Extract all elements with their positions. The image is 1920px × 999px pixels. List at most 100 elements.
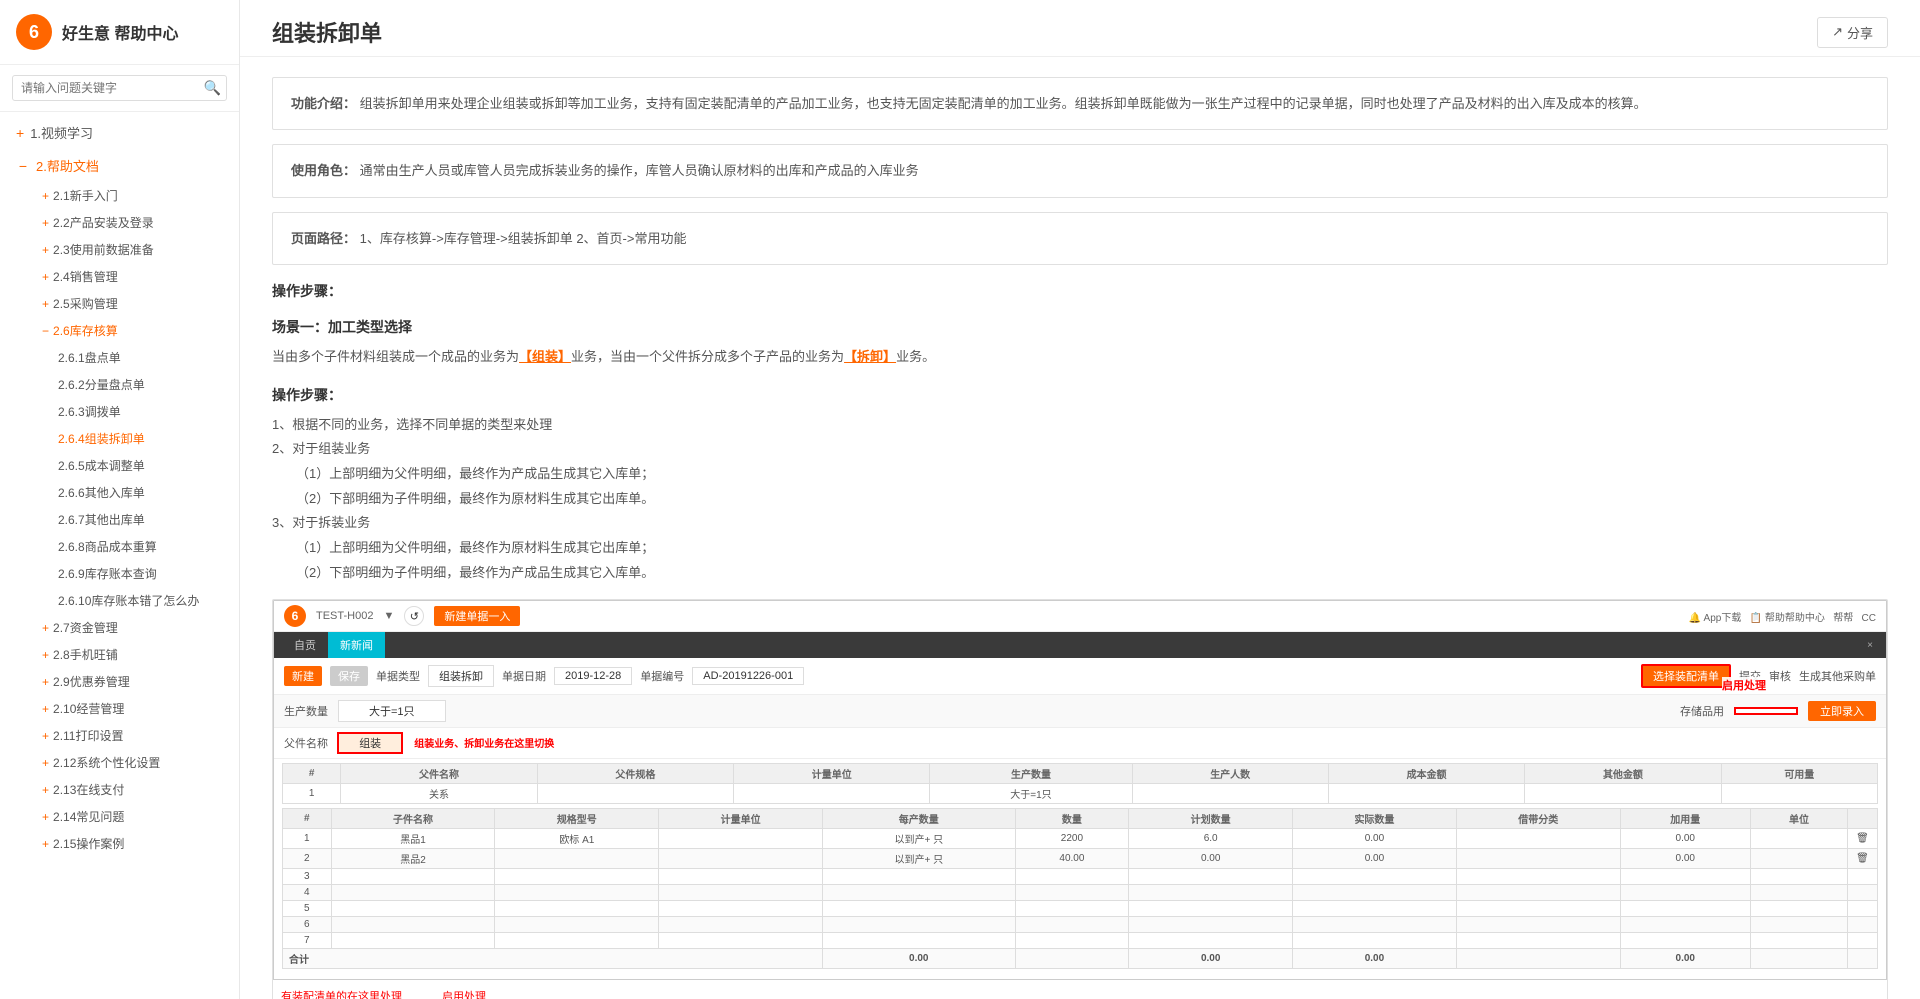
- role-box: 使用角色： 通常由生产人员或库管人员完成拆装业务的操作，库管人员确认原材料的出库…: [272, 144, 1888, 197]
- step2-sub1: （1）上部明细为父件明细，最终作为产成品生成其它入库单；: [272, 462, 1888, 487]
- btn-generate[interactable]: 生成其他采购单: [1799, 668, 1876, 684]
- btn-select-bom[interactable]: 选择装配清单: [1641, 664, 1731, 688]
- dropdown-icon: ▼: [383, 610, 394, 622]
- sidebar-item-26[interactable]: −2.6库存核算: [30, 317, 239, 344]
- sidebar-item-266[interactable]: 2.6.6其他入库单: [46, 479, 239, 506]
- btn-approve[interactable]: 审核: [1769, 668, 1791, 684]
- doc-type-value[interactable]: 组装拆卸: [428, 665, 494, 687]
- sidebar-item-23[interactable]: +2.3使用前数据准备: [30, 236, 239, 263]
- child-row-7: 7: [283, 933, 1878, 949]
- doc-number-label: 单据编号: [640, 668, 684, 684]
- search-button[interactable]: 🔍: [204, 80, 221, 97]
- sidebar-item-29[interactable]: +2.9优惠券管理: [30, 668, 239, 695]
- tab-close[interactable]: ×: [1862, 635, 1878, 656]
- ann1-text: 有装配清单的在这里处理: [281, 988, 402, 999]
- logo-icon: 6: [16, 14, 52, 50]
- child-row-2: 2 黑品2 以到产+ 只 40.00 0.00 0.00 0.00: [283, 849, 1878, 869]
- search-input-field[interactable]: [1734, 707, 1798, 715]
- doc-date-value[interactable]: 2019-12-28: [554, 667, 632, 685]
- child-table: # 子件名称 规格型号 计量单位 每产数量 数量 计划数量 实际数量 借带分类 …: [282, 808, 1878, 969]
- col-other: 其他金额: [1525, 764, 1721, 784]
- parent-table-row: 1 关系 大于=1只: [283, 784, 1878, 804]
- doc-date-label: 单据日期: [502, 668, 546, 684]
- sidebar-item-video[interactable]: + 1.视频学习: [0, 116, 239, 149]
- doc-number-value[interactable]: AD-20191226-001: [692, 667, 804, 685]
- ann-switch-label: 组装业务、拆卸业务在这里切换: [414, 739, 554, 750]
- share-button[interactable]: ↗ 分享: [1817, 17, 1888, 48]
- path-text: 1、库存核算->库存管理->组装拆卸单 2、首页->常用功能: [360, 231, 687, 246]
- sidebar-item-265[interactable]: 2.6.5成本调整单: [46, 452, 239, 479]
- sidebar-item-267[interactable]: 2.6.7其他出库单: [46, 506, 239, 533]
- sidebar-item-2610[interactable]: 2.6.10库存账本错了怎么办: [46, 587, 239, 614]
- spacer: [274, 973, 1886, 979]
- ann-qiyong: 启用处理: [1722, 677, 1766, 693]
- child-row-3: 3: [283, 869, 1878, 885]
- sidebar-item-22[interactable]: +2.2产品安装及登录: [30, 209, 239, 236]
- parent-table: # 父件名称 父件规格 计量单位 生产数量 生产人数 成本金额 其他金额 可用量: [282, 763, 1878, 804]
- middle-toolbar: 生产数量 大于=1只 存储品用 立即录入 启用处理: [274, 695, 1886, 728]
- sidebar-item-210[interactable]: +2.10经营管理: [30, 695, 239, 722]
- qty-label: 生产数量: [284, 703, 328, 719]
- qty-input[interactable]: 大于=1只: [338, 700, 446, 722]
- search-area: 🔍: [0, 65, 239, 112]
- sidebar-item-262[interactable]: 2.6.2分量盘点单: [46, 371, 239, 398]
- child-row-5: 5: [283, 901, 1878, 917]
- child-row-6: 6: [283, 917, 1878, 933]
- btn-qiyong[interactable]: 立即录入: [1808, 701, 1876, 721]
- steps-list: 1、根据不同的业务，选择不同单据的类型来处理 2、对于组装业务 （1）上部明细为…: [272, 413, 1888, 586]
- step3-sub1: （1）上部明细为父件明细，最终作为原材料生成其它出库单；: [272, 536, 1888, 561]
- step1: 1、根据不同的业务，选择不同单据的类型来处理: [272, 413, 1888, 438]
- ann3-text: 启用处理: [442, 988, 486, 999]
- sidebar-item-213[interactable]: +2.13在线支付: [30, 776, 239, 803]
- col-parent-name: 父件名称: [341, 764, 537, 784]
- docs-subnav: +2.1新手入门 +2.2产品安装及登录 +2.3使用前数据准备 +2.4销售管…: [0, 182, 239, 857]
- main-body: 功能介绍： 组装拆卸单用来处理企业组装或拆卸等加工业务，支持有固定装配清单的产品…: [240, 57, 1920, 999]
- col-idx: #: [283, 764, 341, 784]
- annotation-area: 有装配清单的在这里处理 启用处理 组装业务、拆卸业务在这里切换: [273, 980, 1887, 999]
- role-text: 通常由生产人员或库管人员完成拆装业务的操作，库管人员确认原材料的出库和产成品的入…: [360, 163, 919, 178]
- page-title: 组装拆卸单: [272, 16, 382, 48]
- app-tab-nav: 自贡 新新闻 ×: [274, 632, 1886, 658]
- col-avail: 可用量: [1721, 764, 1877, 784]
- col-qty: 生产数量: [930, 764, 1132, 784]
- sidebar-item-24[interactable]: +2.4销售管理: [30, 263, 239, 290]
- scene1-title: 场景一：加工类型选择: [272, 317, 1888, 337]
- btn-save[interactable]: 保存: [330, 666, 368, 686]
- sidebar-item-214[interactable]: +2.14常见问题: [30, 803, 239, 830]
- sidebar-item-21[interactable]: +2.1新手入门: [30, 182, 239, 209]
- sidebar-item-263[interactable]: 2.6.3调拨单: [46, 398, 239, 425]
- col-cost: 成本金额: [1328, 764, 1524, 784]
- sidebar-item-27[interactable]: +2.7资金管理: [30, 614, 239, 641]
- expand-icon: +: [16, 125, 24, 141]
- sidebar-item-211[interactable]: +2.11打印设置: [30, 722, 239, 749]
- new-doc-btn[interactable]: 新建单据一入: [434, 606, 520, 626]
- sidebar-item-25[interactable]: +2.5采购管理: [30, 290, 239, 317]
- search-input[interactable]: [12, 75, 227, 101]
- btn-new[interactable]: 新建: [284, 666, 322, 686]
- tab-ziguang[interactable]: 自贡: [282, 632, 328, 658]
- sidebar-item-docs[interactable]: − 2.帮助文档: [0, 149, 239, 182]
- sidebar-item-261[interactable]: 2.6.1盘点单: [46, 344, 239, 371]
- ann-row: 有装配清单的在这里处理 启用处理: [281, 984, 1879, 999]
- app-logo: 6: [284, 605, 306, 627]
- sidebar-item-212[interactable]: +2.12系统个性化设置: [30, 749, 239, 776]
- child-row-1: 1 黑品1 欧标 A1 以到产+ 只 2200 6.0 0.00 0.00: [283, 829, 1878, 849]
- tab-active[interactable]: 新新闻: [328, 632, 385, 658]
- app-nav-items: 🔔 App下载 📋 帮助帮助中心 帮帮 CC: [1689, 609, 1876, 624]
- sidebar-item-269[interactable]: 2.6.9库存账本查询: [46, 560, 239, 587]
- sidebar-item-28[interactable]: +2.8手机旺铺: [30, 641, 239, 668]
- role-label: 使用角色：: [291, 163, 356, 178]
- scene1-desc: 当由多个子件材料组装成一个成品的业务为【组装】业务，当由一个父件拆分成多个子产品…: [272, 345, 1888, 368]
- sidebar-item-label: 1.视频学习: [30, 123, 93, 142]
- nav-section: + 1.视频学习 − 2.帮助文档 +2.1新手入门 +2.2产品安装及登录 +…: [0, 112, 239, 861]
- path-label: 页面路径：: [291, 231, 356, 246]
- sidebar-item-268[interactable]: 2.6.8商品成本重算: [46, 533, 239, 560]
- doc-type-label: 单据类型: [376, 668, 420, 684]
- sidebar-item-264[interactable]: 2.6.4组装拆卸单: [46, 425, 239, 452]
- step2: 2、对于组装业务: [272, 437, 1888, 462]
- page-header: 组装拆卸单 ↗ 分享: [240, 0, 1920, 57]
- sidebar-item-215[interactable]: +2.15操作案例: [30, 830, 239, 857]
- assembly-type-selector[interactable]: 组装: [337, 732, 403, 754]
- sidebar-item-label: 2.帮助文档: [36, 156, 99, 175]
- app-id: TEST-H002: [316, 610, 373, 622]
